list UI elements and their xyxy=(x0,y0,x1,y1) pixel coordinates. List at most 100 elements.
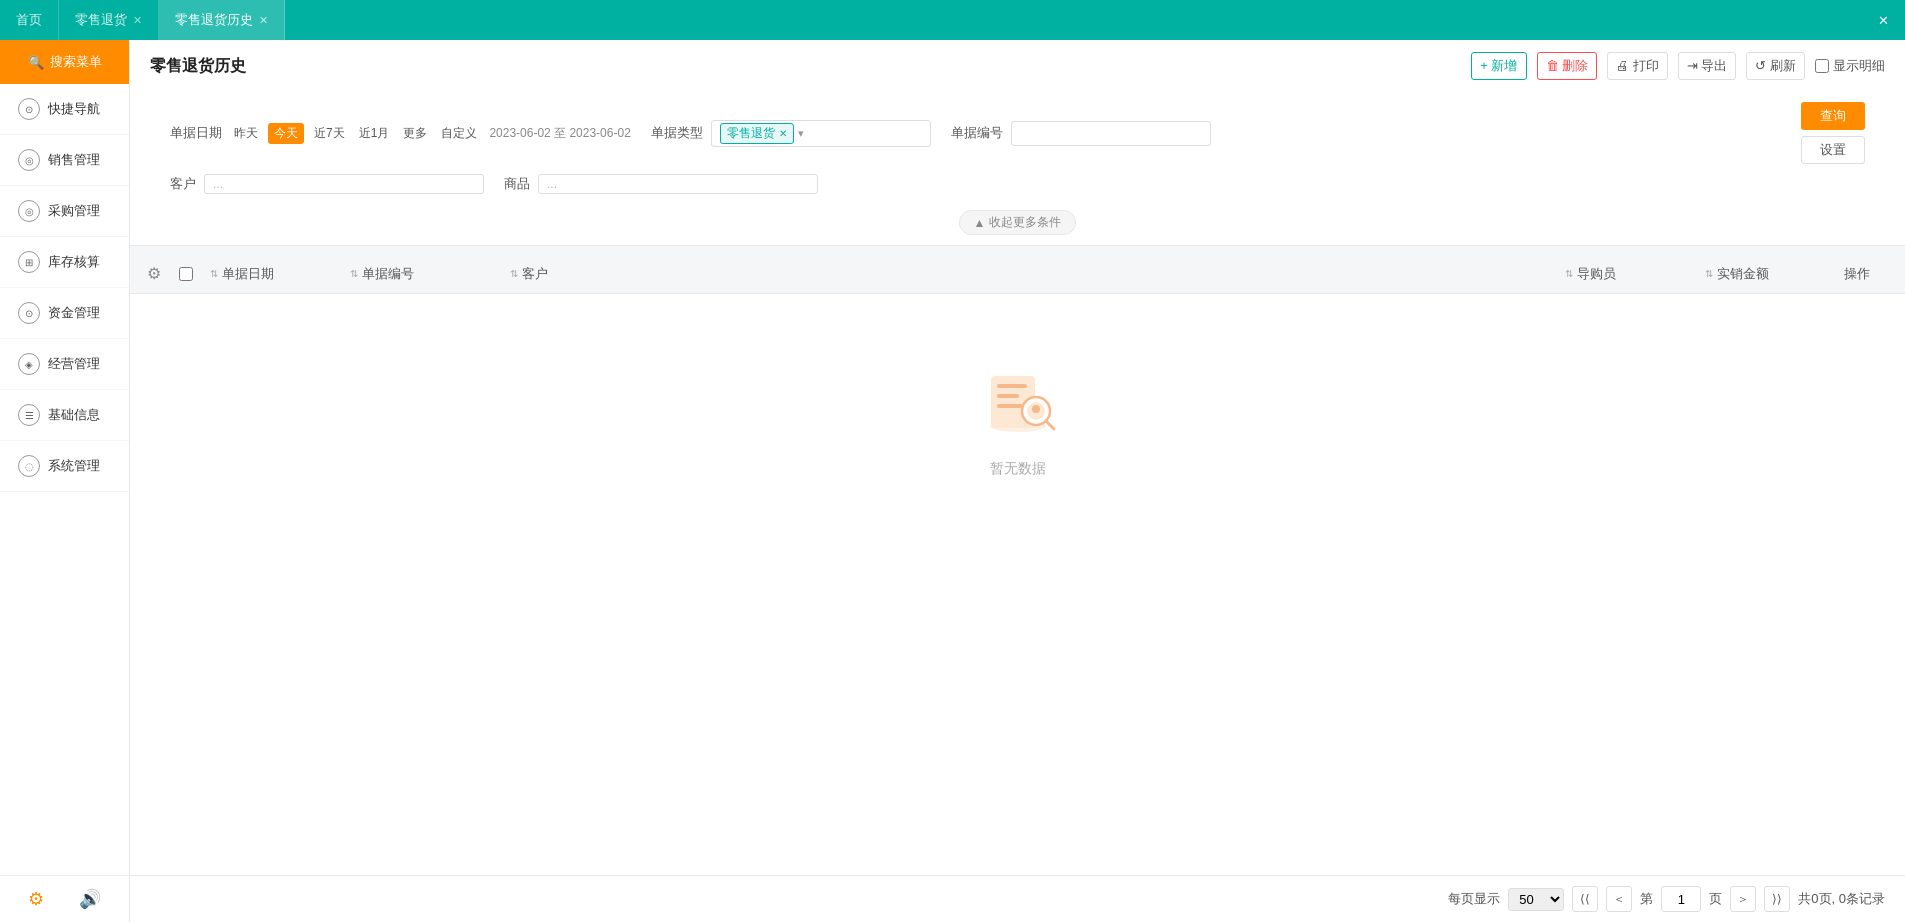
page-prev-btn[interactable]: ＜ xyxy=(1606,886,1632,912)
select-all-checkbox[interactable] xyxy=(179,267,193,281)
settings-gear-icon[interactable]: ⚙ xyxy=(28,888,44,910)
pagination-bar: 每页显示 50 20 100 200 ⟨⟨ ＜ 第 页 ＞ ⟩⟩ 共0页, 0条… xyxy=(130,875,1905,922)
search-icon: 🔍 xyxy=(28,55,44,70)
content-body: ⚙ ⇅ 单据日期 ⇅ 单据编号 ⇅ 客户 xyxy=(130,246,1905,922)
tab-retail-return[interactable]: 零售退货 ✕ xyxy=(59,0,159,40)
num-filter-input[interactable] xyxy=(1011,121,1211,146)
tab-retail-return-history-close[interactable]: ✕ xyxy=(259,14,268,27)
page-input[interactable] xyxy=(1661,886,1701,912)
sidebar-search-label: 搜索菜单 xyxy=(50,53,102,71)
basic-info-icon: ☰ xyxy=(18,404,40,426)
page-header: 零售退货历史 + 新增 🗑 删除 🖨 打印 ⇥ 导出 ↺ 刷新 显示明细 xyxy=(130,40,1905,246)
type-tag-input[interactable]: 零售退货 ✕ ▾ xyxy=(711,120,931,147)
tab-home-label: 首页 xyxy=(16,11,42,29)
date-opt-custom[interactable]: 自定义 xyxy=(437,123,481,144)
svg-rect-2 xyxy=(997,384,1027,388)
sales-label: 销售管理 xyxy=(48,151,100,169)
col-guide[interactable]: ⇅ 导购员 xyxy=(1557,265,1697,283)
sidebar-item-inventory[interactable]: ⊞ 库存核算 xyxy=(0,237,129,288)
type-tag-close[interactable]: ✕ xyxy=(779,128,787,139)
empty-icon xyxy=(973,354,1063,444)
empty-text: 暂无数据 xyxy=(990,460,1046,478)
filter-area: 单据日期 昨天 今天 近7天 近1月 更多 自定义 2023-06-02 至 2… xyxy=(150,92,1885,245)
tab-retail-return-close[interactable]: ✕ xyxy=(133,14,142,27)
inventory-icon: ⊞ xyxy=(18,251,40,273)
date-opt-yesterday[interactable]: 昨天 xyxy=(230,123,262,144)
filter-row-1: 单据日期 昨天 今天 近7天 近1月 更多 自定义 2023-06-02 至 2… xyxy=(170,102,1865,164)
col-customer[interactable]: ⇅ 客户 xyxy=(502,265,1557,283)
goods-tag-input[interactable]: ... xyxy=(538,174,818,194)
type-dropdown-arrow[interactable]: ▾ xyxy=(798,127,804,140)
date-filter-label: 单据日期 xyxy=(170,124,222,142)
tab-home[interactable]: 首页 xyxy=(0,0,59,40)
print-button[interactable]: 🖨 打印 xyxy=(1607,52,1668,80)
sidebar-search[interactable]: 🔍 搜索菜单 xyxy=(0,40,129,84)
page-last-btn[interactable]: ⟩⟩ xyxy=(1764,886,1790,912)
svg-rect-4 xyxy=(997,404,1023,408)
sales-icon: ◎ xyxy=(18,149,40,171)
filter-settings-button[interactable]: 设置 xyxy=(1801,136,1865,164)
quick-nav-icon: ⊙ xyxy=(18,98,40,120)
per-page-select[interactable]: 50 20 100 200 xyxy=(1508,888,1564,911)
table-settings-icon[interactable]: ⚙ xyxy=(138,264,170,283)
sidebar-item-system[interactable]: ◌ 系统管理 xyxy=(0,441,129,492)
volume-icon[interactable]: 🔊 xyxy=(79,888,101,910)
num-filter-label: 单据编号 xyxy=(951,124,1003,142)
svg-point-8 xyxy=(1032,405,1040,413)
tab-retail-return-label: 零售退货 xyxy=(75,11,127,29)
table-header-bar: ⚙ ⇅ 单据日期 ⇅ 单据编号 ⇅ 客户 xyxy=(130,254,1905,294)
page-unit: 页 xyxy=(1709,890,1722,908)
date-opt-1month[interactable]: 近1月 xyxy=(355,123,394,144)
tab-retail-return-history[interactable]: 零售退货历史 ✕ xyxy=(159,0,285,40)
collapse-button[interactable]: ▲ 收起更多条件 xyxy=(959,210,1077,235)
new-button[interactable]: + 新增 xyxy=(1471,52,1526,80)
page-first-btn[interactable]: ⟨⟨ xyxy=(1572,886,1598,912)
customer-tag-input[interactable]: ... xyxy=(204,174,484,194)
sidebar-item-operations[interactable]: ◈ 经营管理 xyxy=(0,339,129,390)
customer-placeholder: ... xyxy=(213,177,223,191)
date-range: 2023-06-02 至 2023-06-02 xyxy=(489,125,630,142)
show-detail-checkbox[interactable] xyxy=(1815,59,1829,73)
col-op-label: 操作 xyxy=(1844,265,1870,283)
sidebar-item-quick-nav[interactable]: ⊙ 快捷导航 xyxy=(0,84,129,135)
page-title-row: 零售退货历史 + 新增 🗑 删除 🖨 打印 ⇥ 导出 ↺ 刷新 显示明细 xyxy=(150,52,1885,80)
type-filter-group: 单据类型 零售退货 ✕ ▾ xyxy=(651,120,931,147)
purchase-label: 采购管理 xyxy=(48,202,100,220)
delete-button[interactable]: 🗑 删除 xyxy=(1537,52,1598,80)
type-filter-label: 单据类型 xyxy=(651,124,703,142)
page-next-btn[interactable]: ＞ xyxy=(1730,886,1756,912)
sort-icon-amount: ⇅ xyxy=(1705,268,1713,279)
svg-line-7 xyxy=(1046,421,1054,429)
export-button[interactable]: ⇥ 导出 xyxy=(1678,52,1737,80)
table-checkbox-all[interactable] xyxy=(170,267,202,281)
page-title: 零售退货历史 xyxy=(150,56,246,77)
per-page-label: 每页显示 xyxy=(1448,890,1500,908)
customer-filter-label: 客户 xyxy=(170,175,196,193)
col-date[interactable]: ⇅ 单据日期 xyxy=(202,265,342,283)
date-opt-today[interactable]: 今天 xyxy=(268,123,304,144)
collapse-arrow-icon: ▲ xyxy=(974,216,986,230)
date-opt-more[interactable]: 更多 xyxy=(399,123,431,144)
num-filter-group: 单据编号 xyxy=(951,121,1211,146)
show-detail-label[interactable]: 显示明细 xyxy=(1815,57,1885,75)
top-bar-close[interactable]: ✕ xyxy=(1878,13,1905,28)
finance-label: 资金管理 xyxy=(48,304,100,322)
sidebar-item-basic-info[interactable]: ☰ 基础信息 xyxy=(0,390,129,441)
collapse-row: ▲ 收起更多条件 xyxy=(170,204,1865,245)
date-range-text: 2023-06-02 至 2023-06-02 xyxy=(489,125,630,142)
type-tag-text: 零售退货 xyxy=(727,125,775,142)
svg-rect-3 xyxy=(997,394,1019,398)
sidebar-item-finance[interactable]: ⊙ 资金管理 xyxy=(0,288,129,339)
col-amount-label: 实销金额 xyxy=(1717,265,1769,283)
sidebar: 🔍 搜索菜单 ⊙ 快捷导航 ◎ 销售管理 ◎ 采购管理 ⊞ 库存核算 ⊙ 资金管… xyxy=(0,40,130,922)
query-button[interactable]: 查询 xyxy=(1801,102,1865,130)
sidebar-item-sales[interactable]: ◎ 销售管理 xyxy=(0,135,129,186)
refresh-button[interactable]: ↺ 刷新 xyxy=(1746,52,1805,80)
sidebar-item-purchase[interactable]: ◎ 采购管理 xyxy=(0,186,129,237)
tab-list: 首页 零售退货 ✕ 零售退货历史 ✕ xyxy=(0,0,1878,40)
col-amount[interactable]: ⇅ 实销金额 xyxy=(1697,265,1817,283)
total-label: 共0页, 0条记录 xyxy=(1798,890,1885,908)
date-opt-7days[interactable]: 近7天 xyxy=(310,123,349,144)
col-num[interactable]: ⇅ 单据编号 xyxy=(342,265,502,283)
customer-filter-group: 客户 ... xyxy=(170,174,484,194)
